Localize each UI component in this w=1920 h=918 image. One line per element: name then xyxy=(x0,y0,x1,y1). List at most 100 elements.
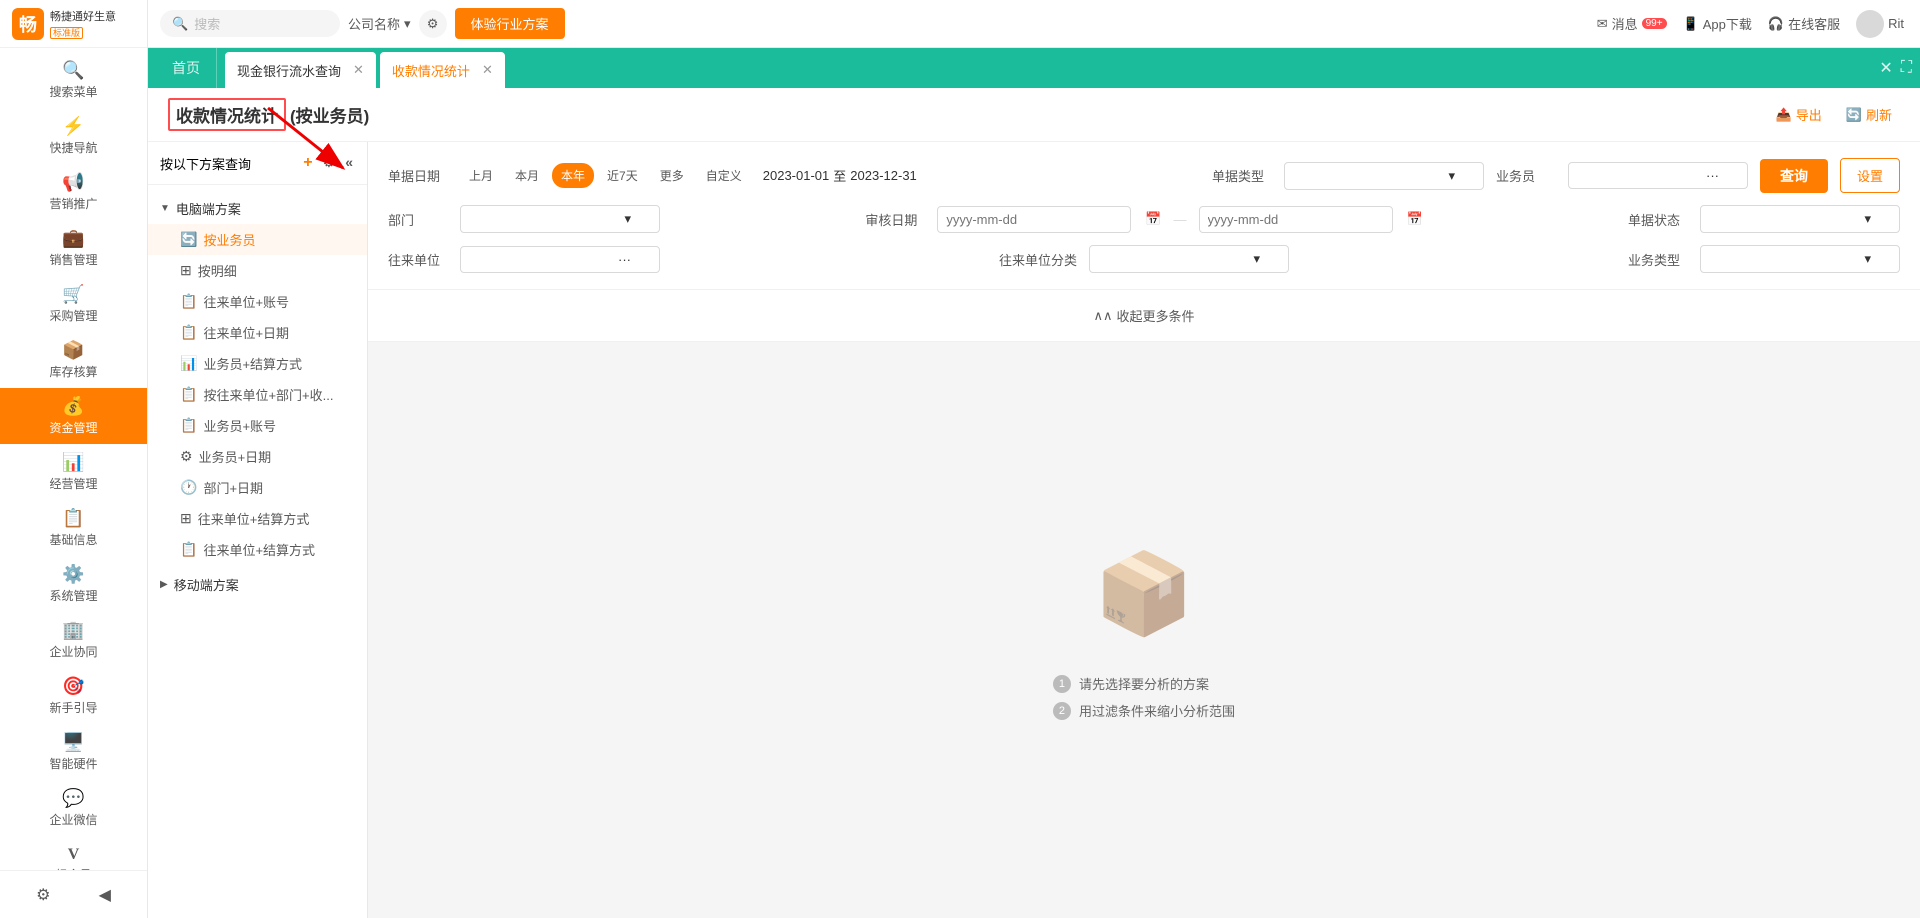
sidebar-item-wechat[interactable]: 💬 企业微信 xyxy=(0,780,147,836)
salesman-account-icon: 📋 xyxy=(180,417,197,434)
collapse-conditions-btn[interactable]: ∧∧ 收起更多条件 xyxy=(1093,298,1194,333)
tree-item-salesman-date[interactable]: ⚙ 业务员+日期 xyxy=(148,441,367,472)
review-date-from[interactable] xyxy=(937,206,1131,233)
sidebar-item-finance[interactable]: 💰 资金管理 xyxy=(0,388,147,444)
settings-gear-btn[interactable]: ⚙ xyxy=(419,10,447,38)
tree-item-unit-settlement3[interactable]: 📋 往来单位+结算方式 xyxy=(148,534,367,565)
tree-item-by-detail[interactable]: ⊞ 按明细 xyxy=(148,255,367,286)
sidebar-item-purchase[interactable]: 🛒 采购管理 xyxy=(0,276,147,332)
tree-item-unit-account[interactable]: 📋 往来单位+账号 xyxy=(148,286,367,317)
tab-receivable-stats-close[interactable]: ✕ xyxy=(482,62,493,78)
tree-group-mobile: ▶ 移动端方案 xyxy=(148,569,367,600)
unit-class-dropdown-icon: ▾ xyxy=(1253,251,1260,267)
dept-select[interactable]: ▾ xyxy=(460,205,660,233)
tab-home[interactable]: 首页 xyxy=(156,48,217,88)
app-download-btn[interactable]: 📱 App下载 xyxy=(1683,14,1752,33)
sidebar-item-business[interactable]: 📊 经营管理 xyxy=(0,444,147,500)
unit-classification-select[interactable]: ▾ xyxy=(1089,245,1289,273)
dept-label: 部门 xyxy=(388,210,448,229)
group-label: 电脑端方案 xyxy=(176,199,241,218)
scheme-collapse-btn[interactable]: « xyxy=(343,152,355,174)
search-placeholder: 搜索 xyxy=(194,14,220,33)
doc-status-select[interactable]: ▾ xyxy=(1700,205,1900,233)
calendar-to-icon[interactable]: 📅 xyxy=(1407,211,1423,227)
trial-btn[interactable]: 体验行业方案 xyxy=(455,8,565,39)
tree-item-by-salesman[interactable]: 🔄 按业务员 xyxy=(148,224,367,255)
tabbar-right-actions: ✕ ⛶ xyxy=(1879,58,1912,78)
tree-item-unit-date[interactable]: 📋 往来单位+日期 xyxy=(148,317,367,348)
date-btn-this-year[interactable]: 本年 xyxy=(552,163,594,188)
sidebar-item-sales[interactable]: 💼 销售管理 xyxy=(0,220,147,276)
page-header: 收款情况统计 (按业务员) 📤 导出 🔄 刷新 xyxy=(148,88,1920,142)
biz-type-select[interactable]: ▾ xyxy=(1700,245,1900,273)
sidebar-item-system[interactable]: ⚙️ 系统管理 xyxy=(0,556,147,612)
calendar-from-icon[interactable]: 📅 xyxy=(1145,211,1161,227)
sidebar-item-search-menu[interactable]: 🔍 搜索菜单 xyxy=(0,52,147,108)
date-btn-this-month[interactable]: 本月 xyxy=(506,163,548,188)
collapse-chevron-icon: ∧∧ xyxy=(1093,308,1112,324)
member-icon: V xyxy=(68,846,80,864)
logo-text: 畅捷通好生意 标准版 xyxy=(50,8,116,39)
search-box[interactable]: 🔍 搜索 xyxy=(160,10,340,37)
fullscreen-btn[interactable]: ⛶ xyxy=(1901,59,1912,77)
date-btn-custom[interactable]: 自定义 xyxy=(697,163,751,188)
tab-receivable-stats[interactable]: 收款情况统计 ✕ xyxy=(380,52,505,88)
tree-item-label: 部门+日期 xyxy=(203,478,263,497)
user-btn[interactable]: Rit xyxy=(1856,10,1904,38)
logo-icon: 畅 xyxy=(12,8,44,40)
marketing-icon: 📢 xyxy=(62,172,84,193)
salesman-date-icon: ⚙ xyxy=(180,448,193,465)
unit-select[interactable]: ··· xyxy=(460,246,660,273)
tree-item-unit-settlement2[interactable]: ⊞ 往来单位+结算方式 xyxy=(148,503,367,534)
bottom-collapse-icon[interactable]: ◀ xyxy=(99,885,111,905)
sidebar-item-label: 系统管理 xyxy=(49,587,97,604)
sidebar-item-smart-hw[interactable]: 🖥️ 智能硬件 xyxy=(0,724,147,780)
company-selector[interactable]: 公司名称 ▾ xyxy=(348,14,411,33)
tab-bank-flow-close[interactable]: ✕ xyxy=(353,62,364,78)
close-all-btn[interactable]: ✕ xyxy=(1879,58,1892,78)
tree-group-mobile-header[interactable]: ▶ 移动端方案 xyxy=(148,569,367,600)
enterprise-icon: 🏢 xyxy=(62,620,84,641)
sidebar-item-beginner[interactable]: 🎯 新手引导 xyxy=(0,668,147,724)
refresh-btn[interactable]: 🔄 刷新 xyxy=(1838,101,1900,128)
doc-status-dropdown-icon: ▾ xyxy=(1864,211,1871,227)
doc-type-dropdown-icon: ▾ xyxy=(1448,168,1455,184)
export-btn[interactable]: 📤 导出 xyxy=(1768,101,1830,128)
date-btn-last-month[interactable]: 上月 xyxy=(460,163,502,188)
sidebar-item-inventory[interactable]: 📦 库存核算 xyxy=(0,332,147,388)
tab-bank-flow[interactable]: 现金银行流水查询 ✕ xyxy=(225,52,376,88)
scheme-add-btn[interactable]: + xyxy=(301,152,314,174)
tree-item-salesman-settlement[interactable]: 📊 业务员+结算方式 xyxy=(148,348,367,379)
sidebar-item-label: 基础信息 xyxy=(49,531,97,548)
sidebar-item-quick-nav[interactable]: ⚡ 快捷导航 xyxy=(0,108,147,164)
tree-item-label: 业务员+日期 xyxy=(199,447,272,466)
empty-illustration: 📦 xyxy=(1084,534,1204,654)
scheme-settings-btn[interactable]: ⚙ xyxy=(321,152,338,174)
unit-label: 往来单位 xyxy=(388,250,448,269)
review-date-label: 审核日期 xyxy=(865,210,925,229)
query-btn[interactable]: 查询 xyxy=(1760,159,1828,193)
messages-label: 消息 xyxy=(1612,14,1638,33)
dept-dropdown-icon: ▾ xyxy=(624,211,631,227)
sidebar-item-basic-info[interactable]: 📋 基础信息 xyxy=(0,500,147,556)
date-btn-last-7days[interactable]: 近7天 xyxy=(598,163,647,188)
tree-item-dept-date[interactable]: 🕐 部门+日期 xyxy=(148,472,367,503)
doc-type-select[interactable]: ▾ xyxy=(1284,162,1484,190)
tree-item-unit-dept-collect[interactable]: 📋 按往来单位+部门+收... xyxy=(148,379,367,410)
topbar-right: ✉ 消息 99+ 📱 App下载 🎧 在线客服 Rit xyxy=(1581,10,1920,38)
unit-dept-collect-icon: 📋 xyxy=(180,386,197,403)
sidebar-item-label: 企业协同 xyxy=(49,643,97,660)
tree-group-desktop-header[interactable]: ▼ 电脑端方案 xyxy=(148,193,367,224)
page-actions: 📤 导出 🔄 刷新 xyxy=(1768,101,1900,128)
date-btn-more[interactable]: 更多 xyxy=(651,163,693,188)
review-date-to[interactable] xyxy=(1199,206,1393,233)
messages-btn[interactable]: ✉ 消息 99+ xyxy=(1597,14,1667,33)
tree-item-salesman-account[interactable]: 📋 业务员+账号 xyxy=(148,410,367,441)
online-service-btn[interactable]: 🎧 在线客服 xyxy=(1768,14,1840,33)
salesman-select[interactable]: ··· xyxy=(1568,162,1748,189)
sidebar-item-marketing[interactable]: 📢 营销推广 xyxy=(0,164,147,220)
sidebar-item-enterprise[interactable]: 🏢 企业协同 xyxy=(0,612,147,668)
bottom-settings-icon[interactable]: ⚙ xyxy=(36,885,50,905)
filter-settings-btn[interactable]: 设置 xyxy=(1840,158,1900,193)
sidebar-item-member[interactable]: V 畅会员 xyxy=(0,836,147,870)
